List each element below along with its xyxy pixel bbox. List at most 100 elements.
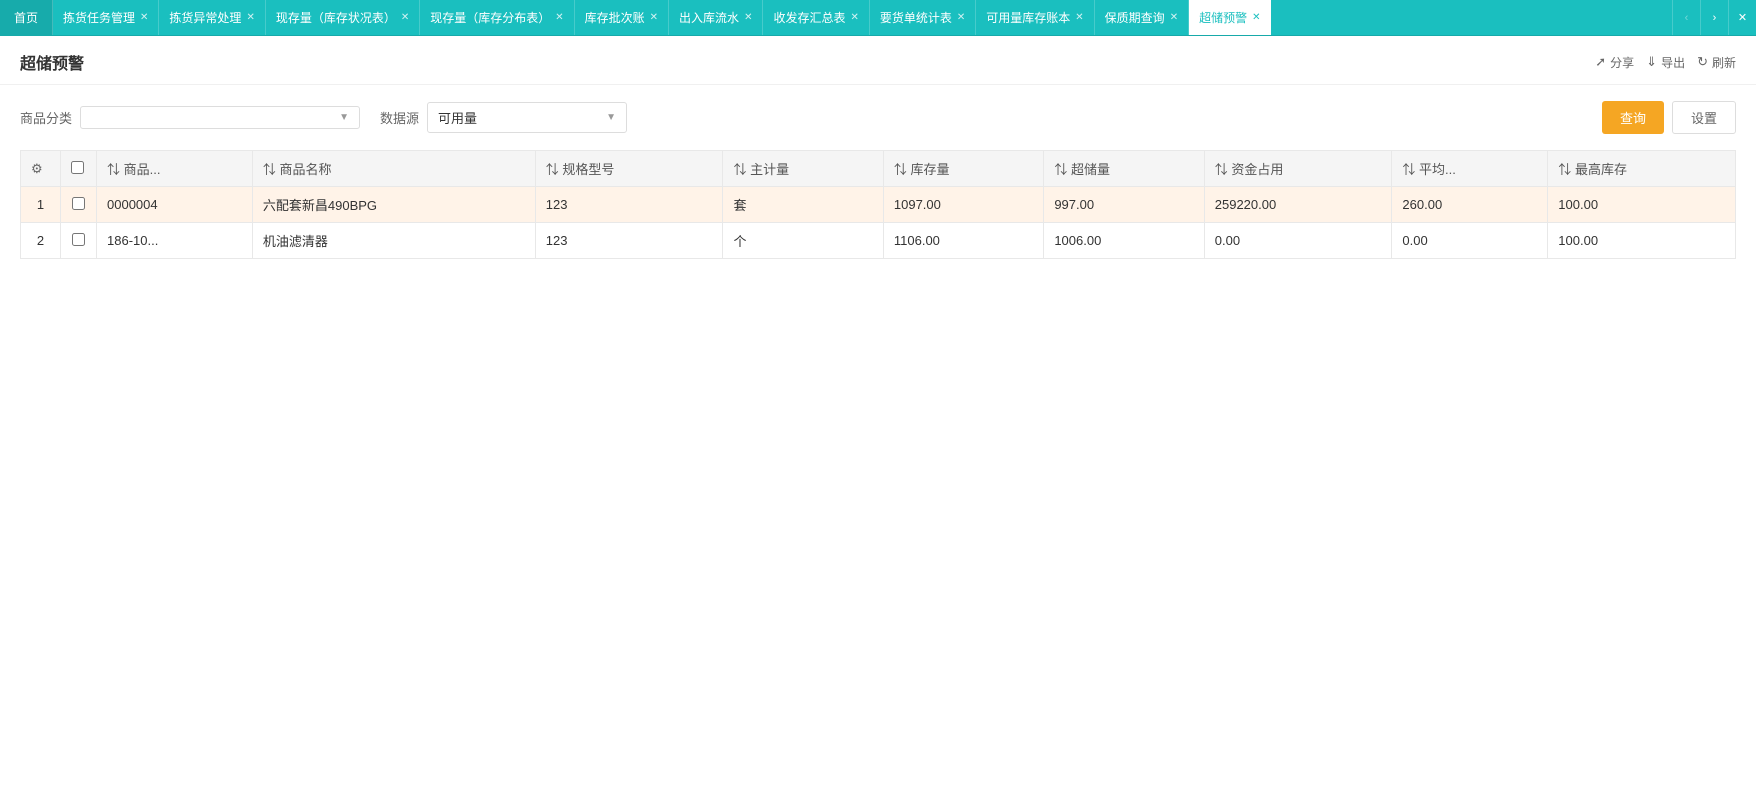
category-label: 商品分类 [20,108,72,127]
category-select[interactable]: ▼ [80,106,360,129]
nav-prev-arrow[interactable]: ‹ [1672,0,1700,35]
nav-tab-label: 要货单统计表 [880,9,952,26]
nav-tab[interactable]: 现存量（库存状况表） ✕ [266,0,420,35]
td-row-num: 1 [21,187,61,223]
nav-tab-label: 超储预警 [1199,9,1247,26]
td-max-stock: 100.00 [1548,223,1736,259]
datasource-select-value: 可用量 [438,108,477,127]
td-spec: 123 [535,223,723,259]
nav-tab-close[interactable]: ✕ [744,12,752,23]
select-all-checkbox[interactable] [71,161,84,174]
settings-gear-icon[interactable]: ⚙ [31,161,43,176]
refresh-button[interactable]: ↻ 刷新 [1697,54,1736,71]
category-filter: 商品分类 ▼ [20,106,360,129]
th-product-code[interactable]: ⇅ 商品... [97,151,253,187]
settings-button[interactable]: 设置 [1672,101,1736,134]
query-button[interactable]: 查询 [1602,101,1664,134]
nav-tab-label: 库存批次账 [585,9,645,26]
export-icon: ⇓ [1646,54,1657,70]
nav-tab-close[interactable]: ✕ [1075,12,1083,23]
td-product-name: 六配套新昌490BPG [252,187,535,223]
th-stock[interactable]: ⇅ 库存量 [883,151,1043,187]
nav-tab-close[interactable]: ✕ [140,12,148,23]
page-actions: ➚ 分享 ⇓ 导出 ↻ 刷新 [1595,54,1736,71]
td-row-num: 2 [21,223,61,259]
refresh-icon: ↻ [1697,54,1708,70]
th-overstock[interactable]: ⇅ 超储量 [1044,151,1204,187]
th-checkbox [61,151,97,187]
td-spec: 123 [535,187,723,223]
datasource-dropdown-icon: ▼ [606,112,616,123]
nav-tab-close[interactable]: ✕ [555,12,563,23]
table-header-row: ⚙ ⇅ 商品... ⇅ 商品名称 ⇅ 规格型号 ⇅ 主计量 [21,151,1736,187]
th-unit[interactable]: ⇅ 主计量 [723,151,883,187]
nav-tab[interactable]: 拣货任务管理✕ [53,0,159,35]
nav-tab[interactable]: 出入库流水 ✕ [669,0,763,35]
nav-tab-label: 出入库流水 [679,9,739,26]
nav-tab[interactable]: 可用量库存账本 ✕ [976,0,1094,35]
td-stock: 1106.00 [883,223,1043,259]
th-capital[interactable]: ⇅ 资金占用 [1204,151,1392,187]
td-overstock: 997.00 [1044,187,1204,223]
td-checkbox [61,187,97,223]
td-product-name: 机油滤清器 [252,223,535,259]
nav-tab-label: 保质期查询 [1105,9,1165,26]
datasource-select[interactable]: 可用量 ▼ [427,102,627,133]
nav-arrows: ‹ › ✕ [1672,0,1756,35]
share-icon: ➚ [1595,54,1606,70]
nav-tab-label: 现存量（库存分布表） [430,9,550,26]
page-content: 超储预警 ➚ 分享 ⇓ 导出 ↻ 刷新 商品分类 ▼ 数据源 [0,36,1756,800]
nav-tab-close[interactable]: ✕ [850,12,858,23]
nav-tab-close[interactable]: ✕ [1252,12,1260,23]
nav-home[interactable]: 首页 [0,0,53,35]
nav-tab-label: 收发存汇总表 [773,9,845,26]
table-row: 2 186-10... 机油滤清器 123 个 1106.00 1006.00 … [21,223,1736,259]
category-dropdown-icon: ▼ [339,112,349,123]
th-max-stock[interactable]: ⇅ 最高库存 [1548,151,1736,187]
share-button[interactable]: ➚ 分享 [1595,54,1634,71]
nav-tab-close[interactable]: ✕ [246,12,254,23]
page-header: 超储预警 ➚ 分享 ⇓ 导出 ↻ 刷新 [0,36,1756,85]
row-checkbox[interactable] [72,233,85,246]
nav-tab-label: 可用量库存账本 [986,9,1070,26]
data-table: ⚙ ⇅ 商品... ⇅ 商品名称 ⇅ 规格型号 ⇅ 主计量 [20,150,1736,259]
nav-tab[interactable]: 库存批次账 ✕ [575,0,669,35]
td-unit: 套 [723,187,883,223]
td-max-stock: 100.00 [1548,187,1736,223]
th-avg[interactable]: ⇅ 平均... [1392,151,1548,187]
nav-tab-close[interactable]: ✕ [401,12,409,23]
share-label: 分享 [1610,54,1634,71]
nav-tab[interactable]: 收发存汇总表 ✕ [763,0,869,35]
th-product-name[interactable]: ⇅ 商品名称 [252,151,535,187]
th-spec[interactable]: ⇅ 规格型号 [535,151,723,187]
export-label: 导出 [1661,54,1685,71]
nav-close-arrow[interactable]: ✕ [1728,0,1756,35]
td-product-code: 0000004 [97,187,253,223]
td-product-code: 186-10... [97,223,253,259]
filter-buttons: 查询 设置 [1602,101,1736,134]
nav-tab[interactable]: 超储预警 ✕ [1189,0,1271,35]
td-avg: 0.00 [1392,223,1548,259]
nav-tab-label: 现存量（库存状况表） [276,9,396,26]
nav-tab[interactable]: 要货单统计表 ✕ [870,0,976,35]
td-avg: 260.00 [1392,187,1548,223]
td-checkbox [61,223,97,259]
td-capital: 259220.00 [1204,187,1392,223]
datasource-filter: 数据源 可用量 ▼ [380,102,627,133]
nav-bar: 首页 拣货任务管理✕拣货异常处理✕现存量（库存状况表）✕现存量（库存分布表）✕库… [0,0,1756,36]
nav-next-arrow[interactable]: › [1700,0,1728,35]
refresh-label: 刷新 [1712,54,1736,71]
nav-tab-close[interactable]: ✕ [650,12,658,23]
nav-tab-label: 拣货异常处理 [169,9,241,26]
nav-home-label: 首页 [14,9,38,26]
datasource-label: 数据源 [380,108,419,127]
export-button[interactable]: ⇓ 导出 [1646,54,1685,71]
row-checkbox[interactable] [72,197,85,210]
nav-tab[interactable]: 拣货异常处理 ✕ [159,0,265,35]
table-row: 1 0000004 六配套新昌490BPG 123 套 1097.00 997.… [21,187,1736,223]
nav-tab-close[interactable]: ✕ [957,12,965,23]
nav-tab-close[interactable]: ✕ [1170,12,1178,23]
nav-tab[interactable]: 保质期查询 ✕ [1095,0,1189,35]
nav-tab[interactable]: 现存量（库存分布表） ✕ [420,0,574,35]
td-unit: 个 [723,223,883,259]
